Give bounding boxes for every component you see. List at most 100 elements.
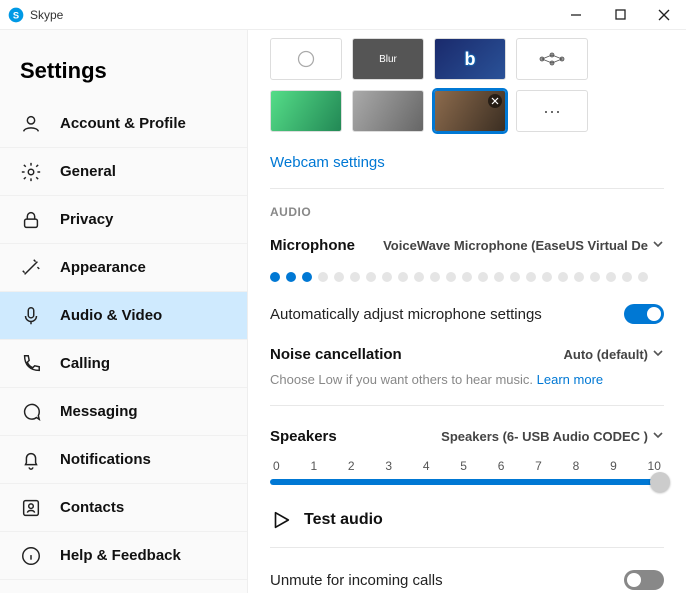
divider xyxy=(270,188,664,189)
level-dot xyxy=(446,272,456,282)
sidebar-item-help-feedback[interactable]: Help & Feedback xyxy=(0,532,247,580)
sidebar-item-contacts[interactable]: Contacts xyxy=(0,484,247,532)
molecule-icon xyxy=(532,47,572,71)
sidebar-item-label: Privacy xyxy=(60,211,113,228)
settings-title: Settings xyxy=(0,30,247,100)
sidebar-item-label: Audio & Video xyxy=(60,307,162,324)
speakers-device-value: Speakers (6- USB Audio CODEC ) xyxy=(441,429,648,444)
level-dot xyxy=(462,272,472,282)
level-dot xyxy=(286,272,296,282)
tick: 1 xyxy=(310,459,317,473)
play-icon xyxy=(270,509,292,531)
microphone-label: Microphone xyxy=(270,237,355,254)
level-dot xyxy=(558,272,568,282)
skype-logo-icon: S xyxy=(8,7,24,23)
bg-thumb-image[interactable] xyxy=(352,90,424,132)
test-audio-label: Test audio xyxy=(304,511,383,529)
tick: 4 xyxy=(423,459,430,473)
tick: 3 xyxy=(385,459,392,473)
unmute-incoming-toggle[interactable] xyxy=(624,570,664,590)
level-dot xyxy=(366,272,376,282)
bg-thumb-more[interactable]: ··· xyxy=(516,90,588,132)
test-audio-button[interactable]: Test audio xyxy=(270,509,664,531)
level-dot xyxy=(526,272,536,282)
sidebar-item-calling[interactable]: Calling xyxy=(0,340,247,388)
level-dot xyxy=(270,272,280,282)
settings-sidebar: Settings Account & Profile General Priva… xyxy=(0,30,248,593)
sidebar-item-label: Messaging xyxy=(60,403,138,420)
level-dot xyxy=(590,272,600,282)
unmute-incoming-label: Unmute for incoming calls xyxy=(270,572,443,589)
tick: 0 xyxy=(273,459,280,473)
unmute-incoming-row: Unmute for incoming calls xyxy=(270,564,664,593)
sidebar-item-label: Help & Feedback xyxy=(60,547,181,564)
noise-cancellation-value: Auto (default) xyxy=(564,347,648,362)
tick: 10 xyxy=(648,459,661,473)
window-title: Skype xyxy=(30,8,63,22)
background-thumbnails-row1: Blur b xyxy=(270,38,664,80)
microphone-device-value: VoiceWave Microphone (EaseUS Virtual De xyxy=(383,238,648,253)
wand-icon xyxy=(20,257,42,279)
sidebar-item-messaging[interactable]: Messaging xyxy=(0,388,247,436)
bg-thumb-image[interactable]: b xyxy=(434,38,506,80)
minimize-button[interactable] xyxy=(554,0,598,30)
level-dot xyxy=(350,272,360,282)
sidebar-item-account-profile[interactable]: Account & Profile xyxy=(0,100,247,148)
bg-thumb-blur[interactable]: Blur xyxy=(352,38,424,80)
titlebar: S Skype xyxy=(0,0,686,30)
level-dot xyxy=(318,272,328,282)
sidebar-item-label: Appearance xyxy=(60,259,146,276)
microphone-row: Microphone VoiceWave Microphone (EaseUS … xyxy=(270,231,664,260)
no-background-icon xyxy=(296,49,316,69)
sidebar-item-privacy[interactable]: Privacy xyxy=(0,196,247,244)
sidebar-item-label: Notifications xyxy=(60,451,151,468)
tick: 7 xyxy=(535,459,542,473)
bg-thumb-image-selected[interactable] xyxy=(434,90,506,132)
level-dot xyxy=(622,272,632,282)
level-dot xyxy=(414,272,424,282)
level-dot xyxy=(574,272,584,282)
webcam-settings-link[interactable]: Webcam settings xyxy=(270,154,385,171)
level-dot xyxy=(398,272,408,282)
phone-icon xyxy=(20,353,42,375)
learn-more-link[interactable]: Learn more xyxy=(537,372,603,387)
sidebar-item-label: General xyxy=(60,163,116,180)
speakers-device-selector[interactable]: Speakers (6- USB Audio CODEC ) xyxy=(441,429,664,444)
more-label: ··· xyxy=(543,101,561,122)
gear-icon xyxy=(20,161,42,183)
bg-thumb-none[interactable] xyxy=(270,38,342,80)
sidebar-item-appearance[interactable]: Appearance xyxy=(0,244,247,292)
bing-icon: b xyxy=(465,49,476,70)
speaker-volume-slider[interactable] xyxy=(270,479,664,485)
sidebar-item-audio-video[interactable]: Audio & Video xyxy=(0,292,247,340)
chat-icon xyxy=(20,401,42,423)
window-controls xyxy=(554,0,686,30)
noise-cancellation-sub: Choose Low if you want others to hear mu… xyxy=(270,371,664,389)
level-dot xyxy=(494,272,504,282)
noise-cancellation-label: Noise cancellation xyxy=(270,346,402,363)
bg-thumb-image[interactable] xyxy=(516,38,588,80)
sidebar-item-general[interactable]: General xyxy=(0,148,247,196)
sidebar-item-label: Calling xyxy=(60,355,110,372)
level-dot xyxy=(478,272,488,282)
tick: 2 xyxy=(348,459,355,473)
level-dot xyxy=(606,272,616,282)
auto-adjust-toggle[interactable] xyxy=(624,304,664,324)
slider-thumb[interactable] xyxy=(650,472,670,492)
sidebar-item-label: Contacts xyxy=(60,499,124,516)
remove-background-button[interactable] xyxy=(488,94,502,108)
maximize-button[interactable] xyxy=(598,0,642,30)
background-thumbnails-row2: ··· xyxy=(270,90,664,132)
bg-thumb-image[interactable] xyxy=(270,90,342,132)
microphone-icon xyxy=(20,305,42,327)
speakers-row: Speakers Speakers (6- USB Audio CODEC ) xyxy=(270,422,664,451)
chevron-down-icon xyxy=(652,429,664,444)
close-button[interactable] xyxy=(642,0,686,30)
microphone-device-selector[interactable]: VoiceWave Microphone (EaseUS Virtual De xyxy=(383,238,664,253)
contacts-icon xyxy=(20,497,42,519)
level-dot xyxy=(334,272,344,282)
divider xyxy=(270,405,664,406)
sidebar-item-notifications[interactable]: Notifications xyxy=(0,436,247,484)
level-dot xyxy=(382,272,392,282)
noise-cancellation-selector[interactable]: Auto (default) xyxy=(564,347,664,362)
